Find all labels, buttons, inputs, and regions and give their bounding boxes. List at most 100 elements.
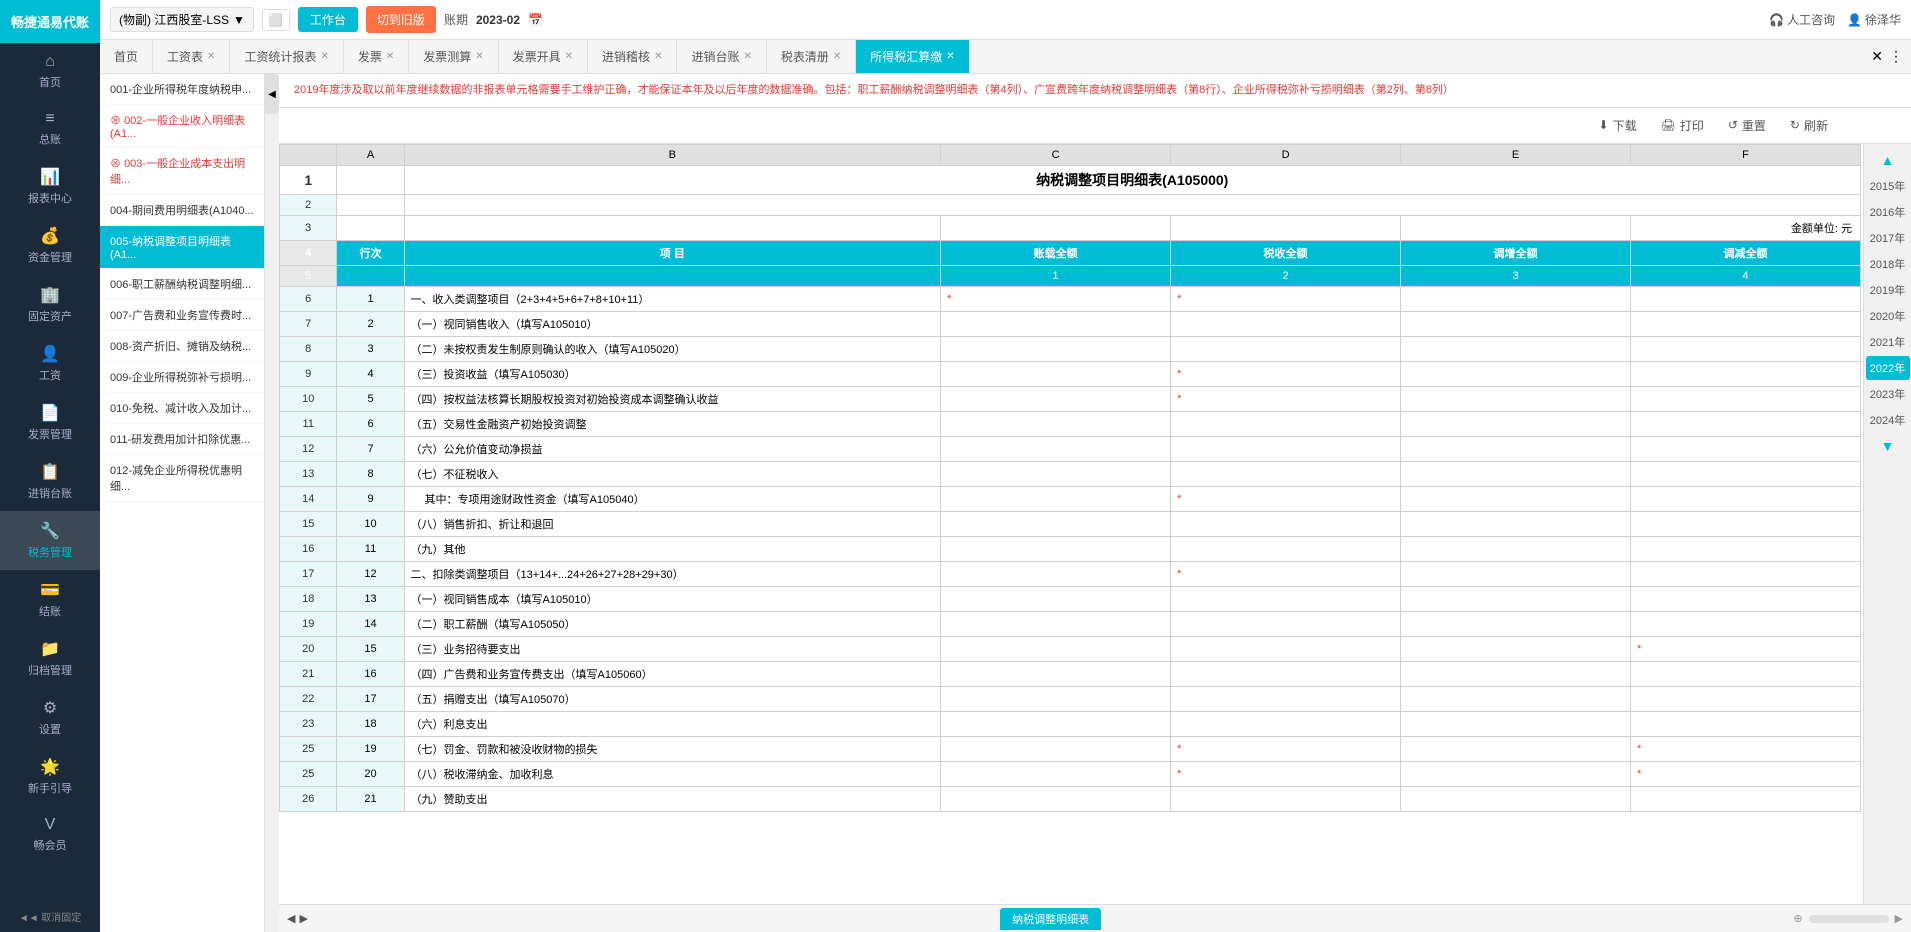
tab-salary-report[interactable]: 工资统计报表 ✕ [230,40,343,73]
print-button[interactable]: 🖨 打印 [1655,114,1710,137]
reset-button[interactable]: ↺ 重置 [1722,114,1772,137]
workspace-button[interactable]: 工作台 [298,7,358,32]
sidebar-item-ledger[interactable]: ≡ 总账 [0,100,100,157]
sidebar-item-home[interactable]: ⌂ 首页 [0,43,100,100]
sidebar-item-salary[interactable]: 👤 工资 [0,334,100,393]
tabbar: 首页 工资表 ✕ 工资统计报表 ✕ 发票 ✕ 发票测算 ✕ 发票开具 ✕ 进销稽… [100,40,1911,74]
tab-invoice-calc[interactable]: 发票测算 ✕ [409,40,498,73]
left-item-009[interactable]: 009-企业所得税弥补亏损明... [100,362,264,393]
copy-button[interactable]: ⬜ [262,9,290,31]
prev-sheet-icon[interactable]: ◀ [287,912,295,925]
company-name: (物副) 江西股室-LSS [119,11,229,28]
tab-in-out-ledger[interactable]: 进销台账 ✕ [677,40,766,73]
tab-tax-list[interactable]: 税表清册 ✕ [767,40,856,73]
scroll-left-icon[interactable]: ⊕ [1793,912,1802,925]
year-2024[interactable]: 2024年 [1866,408,1910,432]
tab-close-in-out-ledger[interactable]: ✕ [743,51,751,62]
sidebar-item-tax[interactable]: 🔧 税务管理 [0,511,100,570]
table-container[interactable]: A B C D E F 1 纳 [279,144,1911,905]
col-header-d: D [1171,144,1401,165]
tab-in-out-check[interactable]: 进销稽核 ✕ [588,40,677,73]
left-item-004[interactable]: 004-期间费用明细表(A1040... [100,195,264,226]
close-all-icon[interactable]: ✕ [1871,48,1883,65]
scroll-right-icon[interactable]: ▶ [1895,912,1903,925]
user-avatar[interactable]: 👤 徐泽华 [1847,11,1901,28]
table-row: 10 5 （四）按权益法核算长期股权投资对初始投资成本调整确认收益 * [280,386,1861,411]
scrollbar-area[interactable] [1809,915,1889,923]
support-button[interactable]: 🎧 人工咨询 [1769,11,1835,28]
year-2022[interactable]: 2022年 [1866,356,1910,380]
right-area: 2019年度涉及取以前年度继续数据的非报表单元格需要手工维护正确，才能保证本年及… [279,74,1911,932]
main-area: (物副) 江西股室-LSS ▼ ⬜ 工作台 切到旧版 账期 2023-02 📅 … [100,0,1911,932]
collapse-handle[interactable]: ◀ [265,74,279,114]
year-2023[interactable]: 2023年 [1866,382,1910,406]
invoice-icon: 📄 [40,403,60,423]
next-sheet-icon[interactable]: ▶ [299,912,307,925]
tab-close-invoice-open[interactable]: ✕ [565,51,573,62]
tab-invoice-open[interactable]: 发票开具 ✕ [499,40,588,73]
table-row-3: 3 金额单位: 元 [280,215,1861,240]
col-c3-header: 调增全额 [1401,240,1631,265]
left-item-006[interactable]: 006-职工薪酬纳税调整明细... [100,269,264,300]
sidebar-item-close[interactable]: 💳 结账 [0,570,100,629]
left-item-002[interactable]: ⊗ 002-一般企业收入明细表(A1... [100,105,264,148]
sidebar-item-guide[interactable]: 🌟 新手引导 [0,747,100,806]
sidebar-item-report[interactable]: 📊 报表中心 [0,157,100,216]
col-header-a: A [337,144,404,165]
tax-icon: 🔧 [40,521,60,541]
sidebar-item-invoice[interactable]: 📄 发票管理 [0,393,100,452]
sidebar: 畅捷通易代账 ⌂ 首页 ≡ 总账 📊 报表中心 💰 资金管理 🏢 固定资产 👤 … [0,0,100,932]
year-2018[interactable]: 2018年 [1866,252,1910,276]
tab-close-invoice-calc[interactable]: ✕ [475,51,483,62]
tab-home[interactable]: 首页 [100,40,153,73]
year-2017[interactable]: 2017年 [1866,226,1910,250]
year-2019[interactable]: 2019年 [1866,278,1910,302]
tab-close-salary[interactable]: ✕ [207,51,215,62]
left-item-012[interactable]: 012-减免企业所得税优惠明细... [100,455,264,502]
sidebar-item-finance[interactable]: 💰 资金管理 [0,216,100,275]
tab-close-tax-list[interactable]: ✕ [833,51,841,62]
toolbar: ⬇ 下载 🖨 打印 ↺ 重置 ↻ 刷新 [279,108,1911,144]
year-panel: ▲ 2015年 2016年 2017年 2018年 2019年 2020年 20… [1863,144,1911,905]
reset-icon: ↺ [1728,118,1738,132]
calendar-icon[interactable]: 📅 [528,13,543,27]
tab-close-in-out-check[interactable]: ✕ [654,51,662,62]
vip-icon: V [45,816,56,834]
left-item-005[interactable]: 005-纳税调整项目明细表(A1... [100,226,264,269]
tab-income-tax[interactable]: 所得税汇算缴 ✕ [856,40,969,73]
table-row: 11 6 （五）交易性金融资产初始投资调整 [280,411,1861,436]
sidebar-item-vip[interactable]: V 畅会员 [0,806,100,863]
sidebar-item-inout[interactable]: 📋 进销台账 [0,452,100,511]
unpin-button[interactable]: ◄◄ 取消固定 [0,901,100,932]
refresh-button[interactable]: ↻ 刷新 [1784,114,1834,137]
left-item-003[interactable]: ⊗ 003-一般企业成本支出明细... [100,148,264,195]
tab-close-salary-report[interactable]: ✕ [320,51,328,62]
company-selector[interactable]: (物副) 江西股室-LSS ▼ [110,7,254,32]
more-tabs-icon[interactable]: ⋮ [1889,48,1903,65]
switch-old-button[interactable]: 切到旧版 [366,6,436,33]
sidebar-item-assets[interactable]: 🏢 固定资产 [0,275,100,334]
col-c4-header: 调减全额 [1630,240,1860,265]
left-item-001[interactable]: 001-企业所得税年度纳税申... [100,74,264,105]
table-row: 22 17 （五）捐赠支出（填写A105070） [280,686,1861,711]
year-2015[interactable]: 2015年 [1866,174,1910,198]
year-down-button[interactable]: ▼ [1877,434,1899,458]
year-2020[interactable]: 2020年 [1866,304,1910,328]
left-item-008[interactable]: 008-资产折旧、摊销及纳税... [100,331,264,362]
download-button[interactable]: ⬇ 下载 [1593,114,1643,137]
sidebar-item-settings[interactable]: ⚙ 设置 [0,688,100,747]
year-2016[interactable]: 2016年 [1866,200,1910,224]
tab-salary[interactable]: 工资表 ✕ [153,40,230,73]
left-item-010[interactable]: 010-免税、减计收入及加计... [100,393,264,424]
tab-close-invoice[interactable]: ✕ [386,51,394,62]
tab-invoice[interactable]: 发票 ✕ [344,40,409,73]
bottom-tab-label[interactable]: 纳税调整明细表 [1000,908,1101,930]
year-up-button[interactable]: ▲ [1877,148,1899,172]
table-row: 13 8 （七）不征税收入 [280,461,1861,486]
table-row: 17 12 二、扣除类调整项目（13+14+...24+26+27+28+29+… [280,561,1861,586]
left-item-007[interactable]: 007-广告费和业务宣传费时... [100,300,264,331]
left-item-011[interactable]: 011-研发费用加计扣除优惠... [100,424,264,455]
tab-close-income-tax[interactable]: ✕ [946,51,954,62]
sidebar-item-archive[interactable]: 📁 归档管理 [0,629,100,688]
year-2021[interactable]: 2021年 [1866,330,1910,354]
